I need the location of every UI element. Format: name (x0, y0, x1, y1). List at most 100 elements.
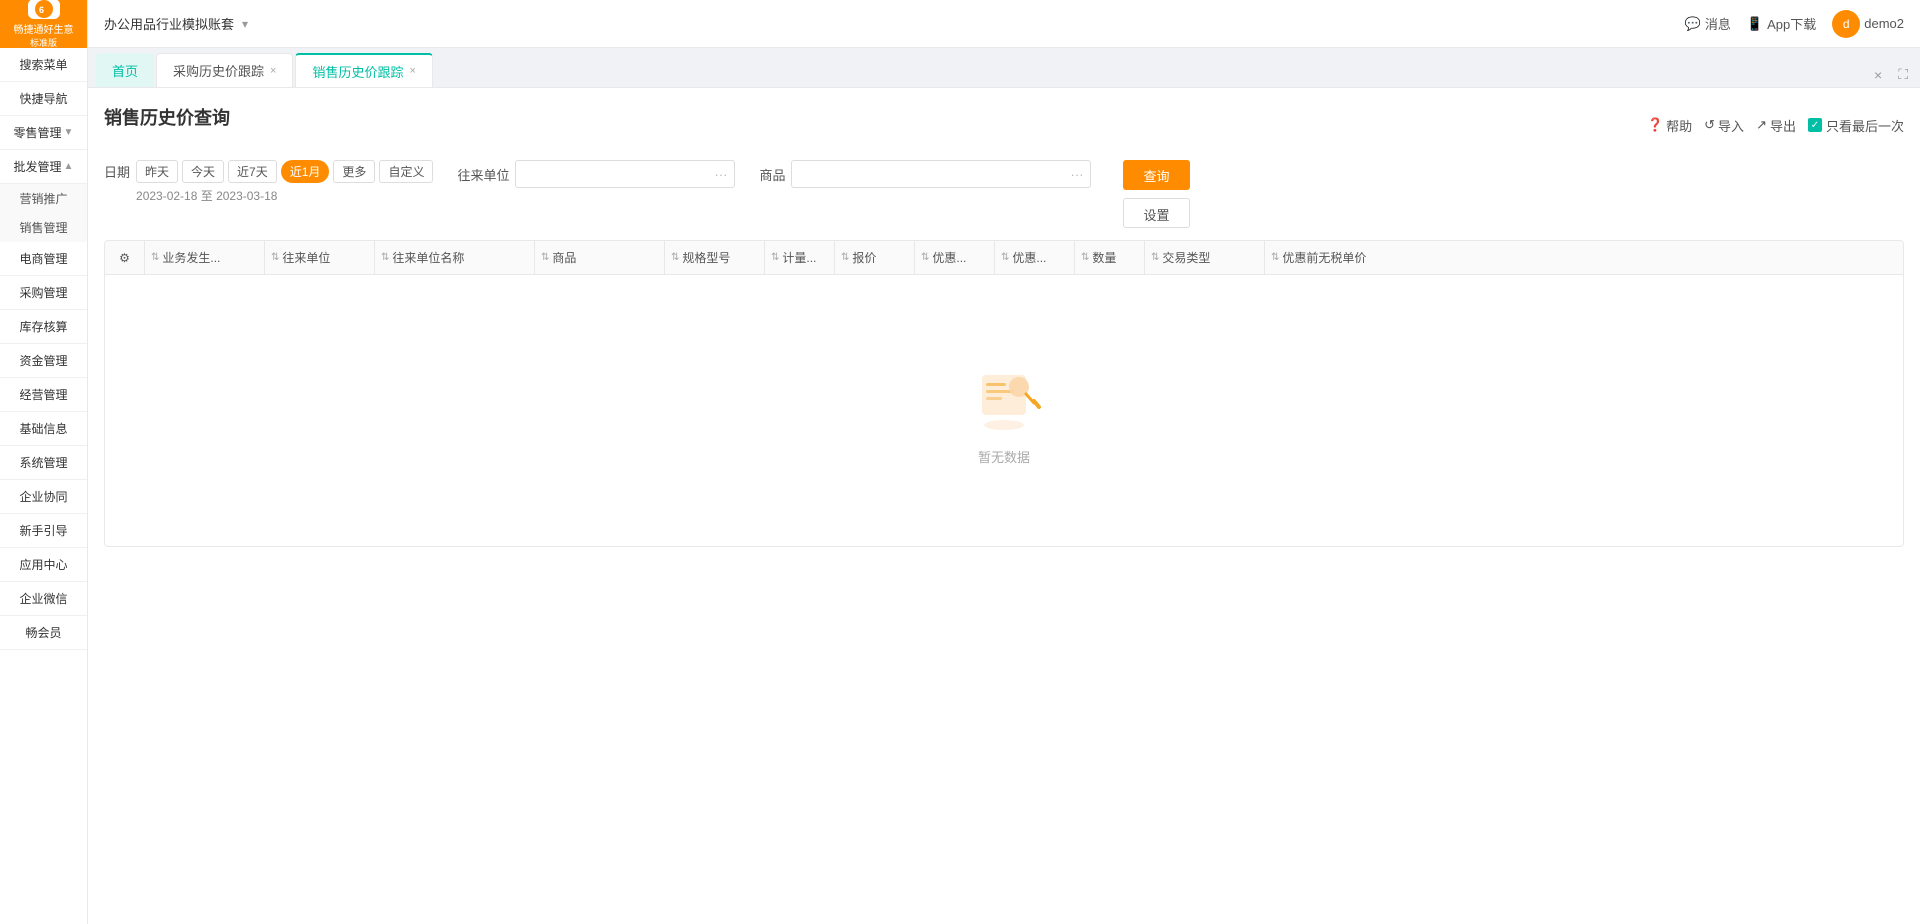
data-table: ⚙ ⇅ 业务发生... ⇅ 往来单位 ⇅ 往来单位名称 ⇅ 商品 (104, 240, 1904, 547)
export-icon: ↗ (1756, 117, 1767, 133)
user-profile[interactable]: d demo2 (1832, 10, 1904, 38)
only-last-label: 只看最后一次 (1826, 116, 1904, 135)
query-button[interactable]: 查询 (1123, 160, 1189, 190)
th-price[interactable]: ⇅ 报价 (835, 241, 915, 274)
th-pretax-label: 优惠前无税单价 (1282, 249, 1366, 266)
setting-button[interactable]: 设置 (1123, 198, 1189, 228)
sidebar-item-operations[interactable]: 经营管理 (0, 378, 87, 412)
sidebar-item-basic-info[interactable]: 基础信息 (0, 412, 87, 446)
sidebar-item-app-center[interactable]: 应用中心 (0, 548, 87, 582)
th-gear[interactable]: ⚙ (105, 241, 145, 274)
tabbar: 首页 采购历史价跟踪 × 销售历史价跟踪 × × ⛶ (88, 48, 1920, 88)
date-btn-custom[interactable]: 自定义 (379, 160, 433, 183)
message-button[interactable]: 💬 消息 (1685, 14, 1731, 33)
sidebar-item-purchase[interactable]: 采购管理 (0, 276, 87, 310)
help-icon: ❓ (1647, 117, 1663, 133)
empty-icon (964, 355, 1044, 435)
sort-icon-trade: ⇅ (1151, 252, 1159, 263)
product-filter-group: 商品 ··· (759, 160, 1091, 188)
svg-text:6: 6 (39, 5, 44, 15)
export-label: 导出 (1770, 116, 1796, 135)
app-download-button[interactable]: 📱 App下载 (1747, 14, 1816, 33)
date-btn-today[interactable]: 今天 (182, 160, 224, 183)
th-spec[interactable]: ⇅ 规格型号 (665, 241, 765, 274)
avatar: d (1832, 10, 1860, 38)
unit-filter-input[interactable] (515, 160, 735, 188)
th-discount2[interactable]: ⇅ 优惠... (995, 241, 1075, 274)
page-title: 销售历史价查询 (104, 104, 230, 130)
logo-icon: 6 (28, 0, 60, 19)
user-name: demo2 (1864, 16, 1904, 31)
only-last-checkbox-label[interactable]: 只看最后一次 (1808, 116, 1904, 135)
fullscreen-button[interactable]: ⛶ (1894, 62, 1912, 87)
tab-sales-history[interactable]: 销售历史价跟踪 × (295, 53, 432, 87)
sidebar-item-sales-mgmt[interactable]: 销售管理 (0, 213, 87, 242)
th-product-label: 商品 (552, 249, 576, 266)
date-filter-label: 日期 (104, 160, 130, 181)
export-button[interactable]: ↗ 导出 (1756, 116, 1796, 135)
date-btn-more[interactable]: 更多 (333, 160, 375, 183)
product-filter-dots[interactable]: ··· (1070, 167, 1083, 182)
th-trade-type[interactable]: ⇅ 交易类型 (1145, 241, 1265, 274)
product-filter-label: 商品 (759, 165, 785, 184)
th-unit-measure[interactable]: ⇅ 计量... (765, 241, 835, 274)
sidebar-item-wechat[interactable]: 企业微信 (0, 582, 87, 616)
sidebar-item-shortcut[interactable]: 快捷导航 (0, 82, 87, 116)
sort-icon-pretax: ⇅ (1271, 252, 1279, 263)
logo-text: 畅捷通好生意 (14, 21, 74, 36)
sidebar-item-member[interactable]: 畅会员 (0, 616, 87, 650)
unit-filter-dots[interactable]: ··· (714, 167, 727, 182)
date-btn-yesterday[interactable]: 昨天 (136, 160, 178, 183)
download-icon: 📱 (1747, 16, 1763, 32)
sidebar-item-retail[interactable]: 零售管理 ▼ (0, 116, 87, 150)
tab-sales-close[interactable]: × (409, 65, 415, 77)
close-all-tabs-button[interactable]: × (1870, 63, 1886, 87)
message-icon: 💬 (1685, 16, 1701, 32)
th-qty-label: 数量 (1092, 249, 1116, 266)
sidebar-item-ecommerce[interactable]: 电商管理 (0, 242, 87, 276)
th-qty[interactable]: ⇅ 数量 (1075, 241, 1145, 274)
empty-state: 暂无数据 (105, 275, 1903, 546)
product-filter-input[interactable] (791, 160, 1091, 188)
sidebar-item-guide[interactable]: 新手引导 (0, 514, 87, 548)
company-dropdown-icon[interactable]: ▾ (242, 17, 248, 31)
help-button[interactable]: ❓ 帮助 (1647, 116, 1692, 135)
th-pretax-price[interactable]: ⇅ 优惠前无税单价 (1265, 241, 1903, 274)
sort-icon-unit-name: ⇅ (381, 252, 389, 263)
help-label: 帮助 (1666, 116, 1692, 135)
tab-sales-label: 销售历史价跟踪 (312, 62, 403, 81)
only-last-checkbox[interactable] (1808, 118, 1822, 132)
app-logo[interactable]: 6 畅捷通好生意 标准版 (0, 0, 87, 48)
th-trade-label: 交易类型 (1162, 249, 1210, 266)
app-download-label: App下载 (1767, 14, 1816, 33)
import-button[interactable]: ↺ 导入 (1704, 116, 1744, 135)
th-discount1-label: 优惠... (932, 249, 966, 266)
tab-purchase-history[interactable]: 采购历史价跟踪 × (156, 53, 293, 87)
sidebar-item-marketing[interactable]: 营销推广 (0, 184, 87, 213)
company-title: 办公用品行业模拟账套 (104, 14, 234, 33)
tab-purchase-close[interactable]: × (270, 65, 276, 77)
date-filter-group: 日期 昨天 今天 近7天 近1月 更多 自定义 2023-02-18 至 202… (104, 160, 433, 204)
tab-home[interactable]: 首页 (96, 53, 154, 87)
th-date[interactable]: ⇅ 业务发生... (145, 241, 265, 274)
sidebar-item-inventory[interactable]: 库存核算 (0, 310, 87, 344)
sidebar-item-system[interactable]: 系统管理 (0, 446, 87, 480)
sort-icon-discount2: ⇅ (1001, 252, 1009, 263)
th-discount2-label: 优惠... (1012, 249, 1046, 266)
sidebar-item-finance[interactable]: 资金管理 (0, 344, 87, 378)
sidebar-item-wholesale[interactable]: 批发管理 ▲ (0, 150, 87, 184)
sidebar-item-search[interactable]: 搜索菜单 (0, 48, 87, 82)
date-btn-1month[interactable]: 近1月 (281, 160, 330, 183)
sidebar-item-enterprise[interactable]: 企业协同 (0, 480, 87, 514)
th-unit-label: 计量... (782, 249, 816, 266)
th-unit-name[interactable]: ⇅ 往来单位名称 (375, 241, 535, 274)
th-price-label: 报价 (852, 249, 876, 266)
th-unit-id[interactable]: ⇅ 往来单位 (265, 241, 375, 274)
th-product[interactable]: ⇅ 商品 (535, 241, 665, 274)
date-btn-7days[interactable]: 近7天 (228, 160, 277, 183)
tab-home-label: 首页 (112, 61, 138, 80)
sort-icon-price: ⇅ (841, 252, 849, 263)
table-header: ⚙ ⇅ 业务发生... ⇅ 往来单位 ⇅ 往来单位名称 ⇅ 商品 (105, 241, 1903, 275)
th-discount1[interactable]: ⇅ 优惠... (915, 241, 995, 274)
topbar: 办公用品行业模拟账套 ▾ 💬 消息 📱 App下载 d demo2 (88, 0, 1920, 48)
